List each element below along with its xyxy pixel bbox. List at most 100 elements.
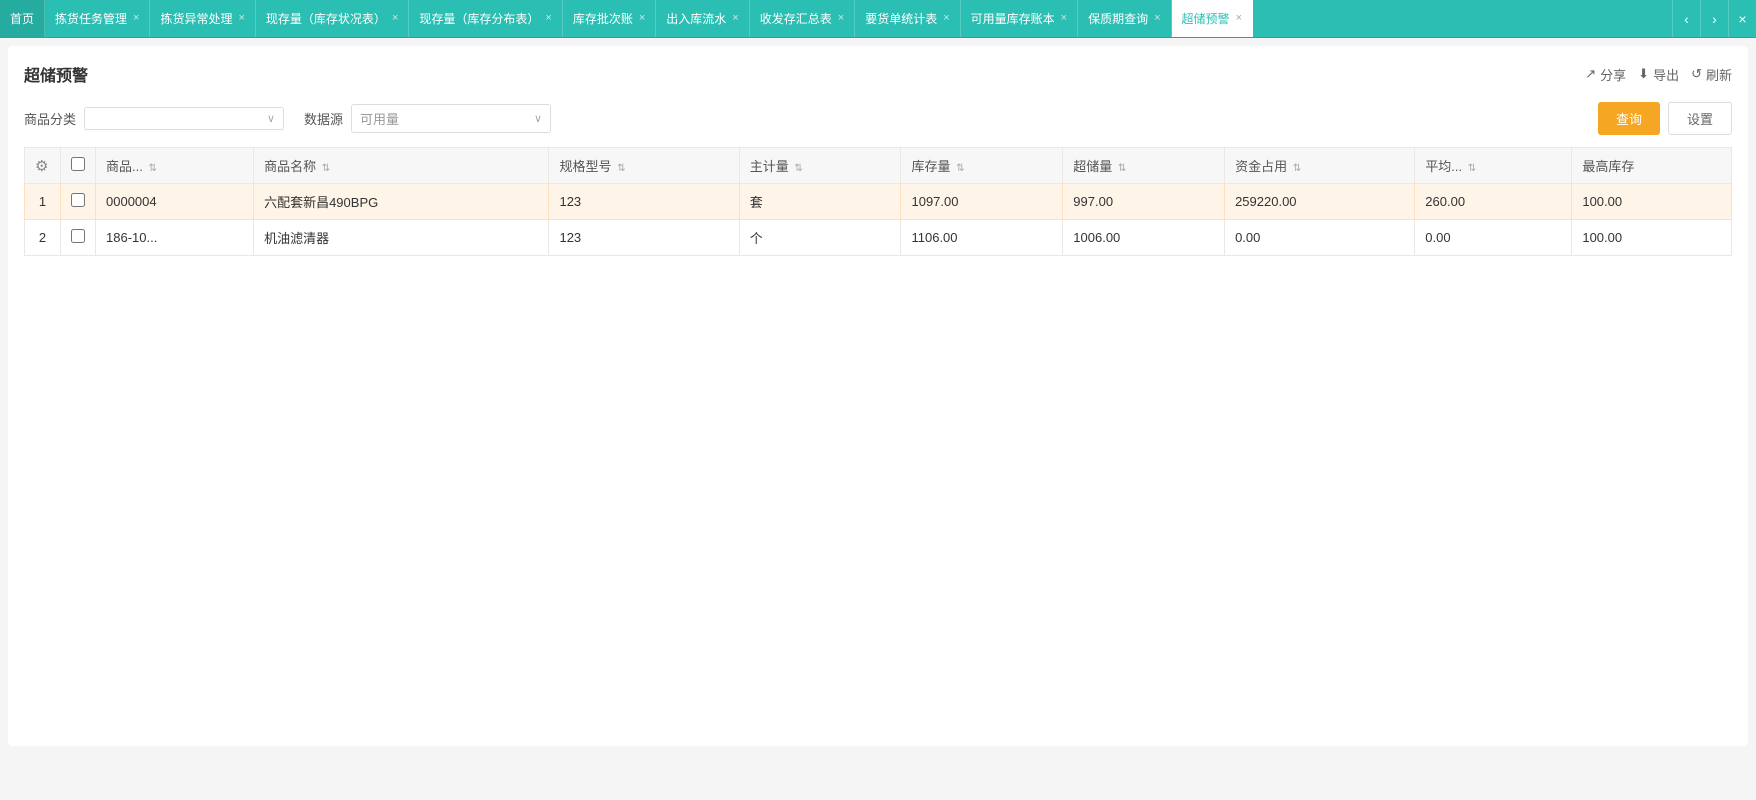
close-tab-available-ledger[interactable]: × (1061, 13, 1067, 24)
filter-buttons: 查询 设置 (1598, 102, 1732, 135)
close-tab-inout-flow[interactable]: × (732, 13, 738, 24)
table-header-gear[interactable]: ⚙ (25, 148, 61, 184)
category-label: 商品分类 (24, 109, 76, 128)
row-2-checkbox-cell[interactable] (61, 220, 96, 256)
table-header-product-code[interactable]: 商品... ⇅ (96, 148, 254, 184)
datasource-select-value: 可用量 (360, 109, 399, 128)
table-header-product-name[interactable]: 商品名称 ⇅ (254, 148, 549, 184)
table-header-max-stock[interactable]: 最高库存 (1572, 148, 1732, 184)
row-1-capital: 259220.00 (1225, 184, 1415, 220)
row-1-overstock: 997.00 (1063, 184, 1225, 220)
row-2-stock: 1106.00 (901, 220, 1063, 256)
row-2-capital: 0.00 (1225, 220, 1415, 256)
row-1-unit: 套 (739, 184, 901, 220)
sort-capital-icon: ⇅ (1293, 163, 1301, 174)
table-row: 1 0000004 六配套新昌490BPG 123 套 1097.00 997.… (25, 184, 1732, 220)
top-navigation: 首页 拣货任务管理 × 拣货异常处理 × 现存量（库存状况表） × 现存量（库存… (0, 0, 1756, 38)
page-content: 超储预警 ↗ 分享 ⬇ 导出 ↺ 刷新 商品分类 ∨ 数据源 (8, 46, 1748, 746)
sort-spec-icon: ⇅ (617, 163, 625, 174)
row-2-product-name: 机油滤清器 (254, 220, 549, 256)
row-2-spec: 123 (549, 220, 739, 256)
nav-order-stats[interactable]: 要货单统计表 × (855, 0, 960, 37)
close-tab-inventory-dist[interactable]: × (545, 13, 551, 24)
page-title: 超储预警 (24, 62, 88, 86)
refresh-icon: ↺ (1691, 66, 1702, 82)
refresh-button[interactable]: ↺ 刷新 (1691, 65, 1732, 84)
sort-stock-icon: ⇅ (956, 163, 964, 174)
table-body: 1 0000004 六配套新昌490BPG 123 套 1097.00 997.… (25, 184, 1732, 256)
row-1-max-stock: 100.00 (1572, 184, 1732, 220)
select-all-checkbox[interactable] (71, 157, 85, 171)
nav-batch-ledger[interactable]: 库存批次账 × (563, 0, 656, 37)
row-1-product-code: 0000004 (96, 184, 254, 220)
table-header-avg[interactable]: 平均... ⇅ (1415, 148, 1572, 184)
nav-inventory-dist[interactable]: 现存量（库存分布表） × (409, 0, 562, 37)
gear-icon[interactable]: ⚙ (35, 158, 48, 175)
nav-inventory-status[interactable]: 现存量（库存状况表） × (256, 0, 409, 37)
table-header-stock[interactable]: 库存量 ⇅ (901, 148, 1063, 184)
row-2-unit: 个 (739, 220, 901, 256)
close-tab-order-stats[interactable]: × (943, 13, 949, 24)
row-1-checkbox[interactable] (71, 193, 85, 207)
data-table: ⚙ 商品... ⇅ 商品名称 ⇅ 规格型号 ⇅ 主计量 (24, 147, 1732, 256)
row-1-avg: 260.00 (1415, 184, 1572, 220)
row-2-overstock: 1006.00 (1063, 220, 1225, 256)
export-icon: ⬇ (1638, 66, 1649, 82)
table-header-checkbox[interactable] (61, 148, 96, 184)
nav-available-ledger[interactable]: 可用量库存账本 × (961, 0, 1078, 37)
nav-receive-send[interactable]: 收发存汇总表 × (750, 0, 855, 37)
close-tab-receive-send[interactable]: × (838, 13, 844, 24)
close-tab-overstock-alert[interactable]: × (1236, 13, 1242, 24)
row-1-stock: 1097.00 (901, 184, 1063, 220)
settings-button[interactable]: 设置 (1668, 102, 1732, 135)
nav-expiry-check[interactable]: 保质期查询 × (1078, 0, 1171, 37)
share-icon: ↗ (1585, 66, 1596, 82)
sort-product-code-icon: ⇅ (148, 163, 156, 174)
filter-group-category: 商品分类 ∨ (24, 107, 284, 130)
datasource-select[interactable]: 可用量 ∨ (351, 104, 551, 133)
nav-overstock-alert[interactable]: 超储预警 × (1172, 0, 1253, 37)
nav-arrows: ‹ › × (1672, 0, 1756, 37)
sort-product-name-icon: ⇅ (322, 163, 330, 174)
table-header-capital[interactable]: 资金占用 ⇅ (1225, 148, 1415, 184)
nav-arrow-left[interactable]: ‹ (1672, 0, 1700, 37)
export-button[interactable]: ⬇ 导出 (1638, 65, 1679, 84)
page-header: 超储预警 ↗ 分享 ⬇ 导出 ↺ 刷新 (24, 62, 1732, 86)
row-2-checkbox[interactable] (71, 229, 85, 243)
sort-overstock-icon: ⇅ (1118, 163, 1126, 174)
query-button[interactable]: 查询 (1598, 102, 1660, 135)
nav-arrow-close[interactable]: × (1728, 0, 1756, 37)
row-2-max-stock: 100.00 (1572, 220, 1732, 256)
close-tab-expiry-check[interactable]: × (1154, 13, 1160, 24)
row-2-avg: 0.00 (1415, 220, 1572, 256)
nav-task-mgmt[interactable]: 拣货任务管理 × (45, 0, 150, 37)
category-chevron-icon: ∨ (267, 112, 275, 125)
sort-avg-icon: ⇅ (1468, 163, 1476, 174)
row-1-spec: 123 (549, 184, 739, 220)
close-tab-abnormal[interactable]: × (238, 13, 244, 24)
table-header-overstock[interactable]: 超储量 ⇅ (1063, 148, 1225, 184)
nav-arrow-right[interactable]: › (1700, 0, 1728, 37)
datasource-label: 数据源 (304, 109, 343, 128)
table-header: ⚙ 商品... ⇅ 商品名称 ⇅ 规格型号 ⇅ 主计量 (25, 148, 1732, 184)
nav-abnormal[interactable]: 拣货异常处理 × (150, 0, 255, 37)
row-1-checkbox-cell[interactable] (61, 184, 96, 220)
table-header-spec[interactable]: 规格型号 ⇅ (549, 148, 739, 184)
filter-row: 商品分类 ∨ 数据源 可用量 ∨ 查询 设置 (24, 102, 1732, 135)
filter-group-datasource: 数据源 可用量 ∨ (304, 104, 551, 133)
sort-unit-icon: ⇅ (794, 163, 802, 174)
row-num-2: 2 (25, 220, 61, 256)
row-2-product-code: 186-10... (96, 220, 254, 256)
share-button[interactable]: ↗ 分享 (1585, 65, 1626, 84)
close-tab-inventory-status[interactable]: × (392, 13, 398, 24)
page-actions: ↗ 分享 ⬇ 导出 ↺ 刷新 (1585, 65, 1732, 84)
close-tab-task-mgmt[interactable]: × (133, 13, 139, 24)
row-1-product-name: 六配套新昌490BPG (254, 184, 549, 220)
table-header-unit[interactable]: 主计量 ⇅ (739, 148, 901, 184)
datasource-chevron-icon: ∨ (534, 112, 542, 125)
close-tab-batch-ledger[interactable]: × (639, 13, 645, 24)
nav-inout-flow[interactable]: 出入库流水 × (656, 0, 749, 37)
row-num-1: 1 (25, 184, 61, 220)
category-select[interactable]: ∨ (84, 107, 284, 130)
nav-home[interactable]: 首页 (0, 0, 45, 37)
